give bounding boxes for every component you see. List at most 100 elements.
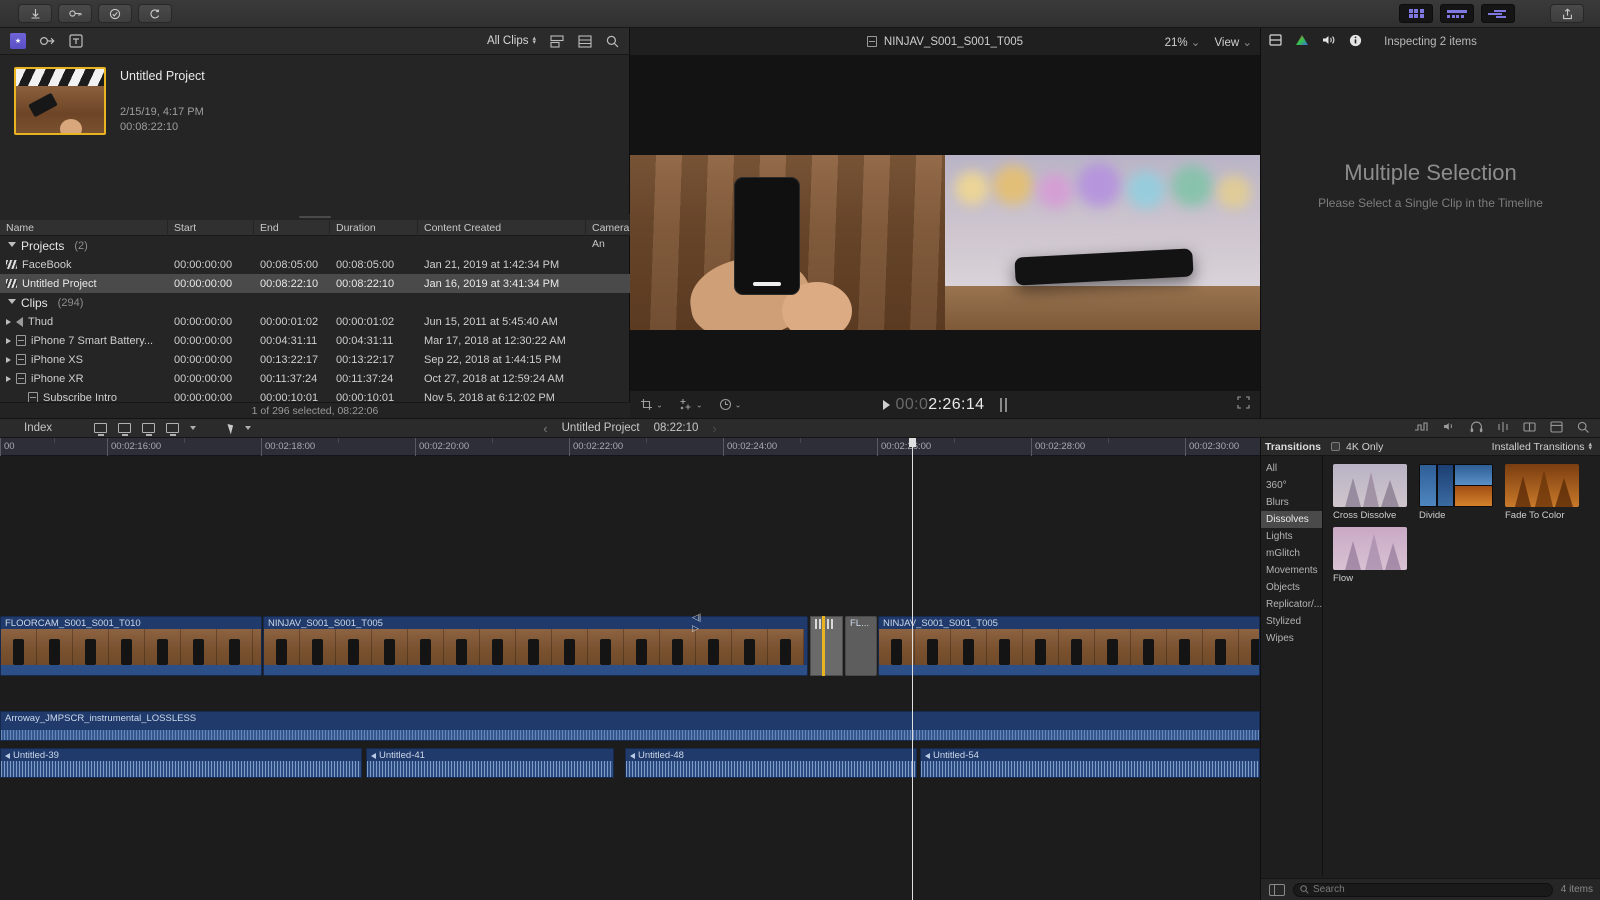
- timeline-project-name: Untitled Project: [562, 422, 640, 434]
- column-header-duration[interactable]: Duration: [330, 220, 418, 236]
- category-wipes[interactable]: Wipes: [1261, 630, 1322, 647]
- timeline-ruler[interactable]: 0000:02:16:0000:02:18:0000:02:20:0000:02…: [0, 438, 1260, 456]
- chevron-left-icon[interactable]: ‹: [543, 421, 547, 436]
- timeline-toggle-button[interactable]: [1440, 4, 1474, 23]
- list-view-icon[interactable]: [578, 35, 592, 48]
- timeline-clip[interactable]: NINJAV_S001_S001_T005: [878, 616, 1260, 676]
- timeline-audio-clip[interactable]: Untitled-54: [920, 748, 1260, 778]
- filmstrip-view-icon[interactable]: [550, 35, 564, 48]
- audio-icon: [925, 753, 930, 759]
- timeline-transition[interactable]: [810, 616, 843, 676]
- ruler-tick-minor: [800, 438, 801, 443]
- timeline-options-icon[interactable]: [1550, 421, 1563, 436]
- category-blurs[interactable]: Blurs: [1261, 494, 1322, 511]
- column-header-content-created[interactable]: Content Created: [418, 220, 586, 236]
- sidebar-toggle-icon[interactable]: [1269, 884, 1285, 896]
- transition-item[interactable]: Divide: [1419, 464, 1493, 521]
- viewer-timecode-group[interactable]: 00:02:26:14: [630, 396, 1260, 414]
- skimming-icon[interactable]: [1497, 421, 1509, 436]
- timeline-audio-clip[interactable]: Untitled-48: [625, 748, 917, 778]
- color-inspector-icon[interactable]: [1295, 34, 1309, 49]
- disclosure-triangle-icon[interactable]: [8, 242, 16, 250]
- column-header-start[interactable]: Start: [168, 220, 254, 236]
- video-inspector-icon[interactable]: [1269, 34, 1282, 49]
- table-row[interactable]: Thud 00:00:00:00 00:00:01:02 00:00:01:02…: [0, 312, 630, 331]
- playhead-handle[interactable]: [909, 438, 916, 447]
- browser-toggle-button[interactable]: [1399, 4, 1433, 23]
- viewer-shot-right: [945, 155, 1260, 330]
- transition-item[interactable]: Cross Dissolve: [1333, 464, 1407, 521]
- category-movements[interactable]: Movements: [1261, 562, 1322, 579]
- column-header-end[interactable]: End: [254, 220, 330, 236]
- download-button[interactable]: [18, 4, 52, 23]
- search-icon[interactable]: [606, 35, 619, 48]
- table-row[interactable]: iPhone XR 00:00:00:00 00:11:37:24 00:11:…: [0, 369, 630, 388]
- table-row[interactable]: iPhone XS 00:00:00:00 00:13:22:17 00:13:…: [0, 350, 630, 369]
- check-button[interactable]: [98, 4, 132, 23]
- table-row[interactable]: FaceBook 00:00:00:00 00:08:05:00 00:08:0…: [0, 255, 630, 274]
- timeline-panel[interactable]: 0000:02:16:0000:02:18:0000:02:20:0000:02…: [0, 438, 1260, 900]
- timeline-zoom-icon[interactable]: [1577, 421, 1590, 436]
- play-icon[interactable]: [883, 400, 890, 410]
- timeline-clip[interactable]: FLOORCAM_S001_S001_T010: [0, 616, 262, 676]
- disclosure-triangle-icon[interactable]: [6, 338, 11, 344]
- category-replicator[interactable]: Replicator/...: [1261, 596, 1322, 613]
- headphone-icon[interactable]: [1470, 421, 1483, 436]
- category-objects[interactable]: Objects: [1261, 579, 1322, 596]
- trim-handle-icon[interactable]: ◁|▷: [692, 612, 706, 626]
- project-thumbnail[interactable]: [14, 67, 106, 135]
- inspector-toggle-button[interactable]: [1481, 4, 1515, 23]
- timeline-music-clip[interactable]: Arroway_JMPSCR_instrumental_LOSSLESS: [0, 711, 1260, 741]
- info-inspector-icon[interactable]: [1349, 34, 1362, 50]
- disclosure-triangle-icon[interactable]: [6, 357, 11, 363]
- group-label: Projects: [21, 239, 64, 253]
- list-column-headers: Name Start End Duration Content Created …: [0, 220, 630, 236]
- table-row[interactable]: iPhone 7 Smart Battery... 00:00:00:00 00…: [0, 331, 630, 350]
- column-header-camera-angle[interactable]: Camera An: [586, 220, 630, 236]
- pause-icon[interactable]: [1000, 398, 1007, 412]
- chevron-right-icon[interactable]: ›: [712, 421, 716, 436]
- clip-appearance-icon[interactable]: [1414, 422, 1429, 435]
- sync-button[interactable]: [138, 4, 172, 23]
- list-group-clips[interactable]: Clips (294): [0, 293, 630, 312]
- disclosure-triangle-icon[interactable]: [8, 299, 16, 307]
- timeline-audio-clip[interactable]: Untitled-39: [0, 748, 362, 778]
- category-lights[interactable]: Lights: [1261, 528, 1322, 545]
- viewer-view-menu[interactable]: View ⌄: [1214, 35, 1252, 49]
- row-created: Sep 22, 2018 at 1:44:15 PM: [418, 354, 586, 366]
- category-360[interactable]: 360°: [1261, 477, 1322, 494]
- timeline-playhead[interactable]: [912, 438, 913, 900]
- transitions-browser: Transitions 4K Only Installed Transition…: [1260, 438, 1600, 900]
- titles-icon[interactable]: [69, 34, 84, 48]
- list-group-projects[interactable]: Projects (2): [0, 236, 630, 255]
- category-stylized[interactable]: Stylized: [1261, 613, 1322, 630]
- row-created: Oct 27, 2018 at 12:59:24 AM: [418, 373, 586, 385]
- transition-item[interactable]: Flow: [1333, 527, 1407, 584]
- timeline-clip[interactable]: NINJAV_S001_S001_T005: [263, 616, 808, 676]
- category-all[interactable]: All: [1261, 460, 1322, 477]
- timeline-audio-clip[interactable]: Untitled-41: [366, 748, 614, 778]
- library-icon[interactable]: ★: [10, 33, 26, 49]
- 4k-only-label: 4K Only: [1346, 441, 1383, 453]
- timeline-clip[interactable]: FL...: [845, 616, 877, 676]
- category-mglitch[interactable]: mGlitch: [1261, 545, 1322, 562]
- viewer-canvas[interactable]: [630, 55, 1260, 390]
- snapping-icon[interactable]: [1523, 421, 1536, 436]
- media-import-icon[interactable]: [39, 34, 56, 48]
- audio-inspector-icon[interactable]: [1322, 34, 1336, 49]
- share-button[interactable]: [1550, 4, 1584, 23]
- disclosure-triangle-icon[interactable]: [6, 319, 11, 325]
- audio-meters-icon[interactable]: [1443, 421, 1456, 435]
- ruler-label: 00:02:26:00: [877, 441, 931, 452]
- table-row[interactable]: Untitled Project 00:00:00:00 00:08:22:10…: [0, 274, 630, 293]
- all-clips-filter[interactable]: All Clips ▴▾: [487, 35, 536, 47]
- installed-transitions-menu[interactable]: Installed Transitions ▴▾: [1492, 441, 1592, 453]
- 4k-only-checkbox[interactable]: [1331, 442, 1340, 451]
- transition-item[interactable]: Fade To Color: [1505, 464, 1579, 521]
- viewer-zoom-menu[interactable]: 21% ⌄: [1165, 35, 1201, 49]
- keyframe-button[interactable]: [58, 4, 92, 23]
- category-dissolves[interactable]: Dissolves: [1261, 511, 1322, 528]
- disclosure-triangle-icon[interactable]: [6, 376, 11, 382]
- column-header-name[interactable]: Name: [0, 220, 168, 236]
- transitions-search-input[interactable]: Search: [1293, 883, 1553, 897]
